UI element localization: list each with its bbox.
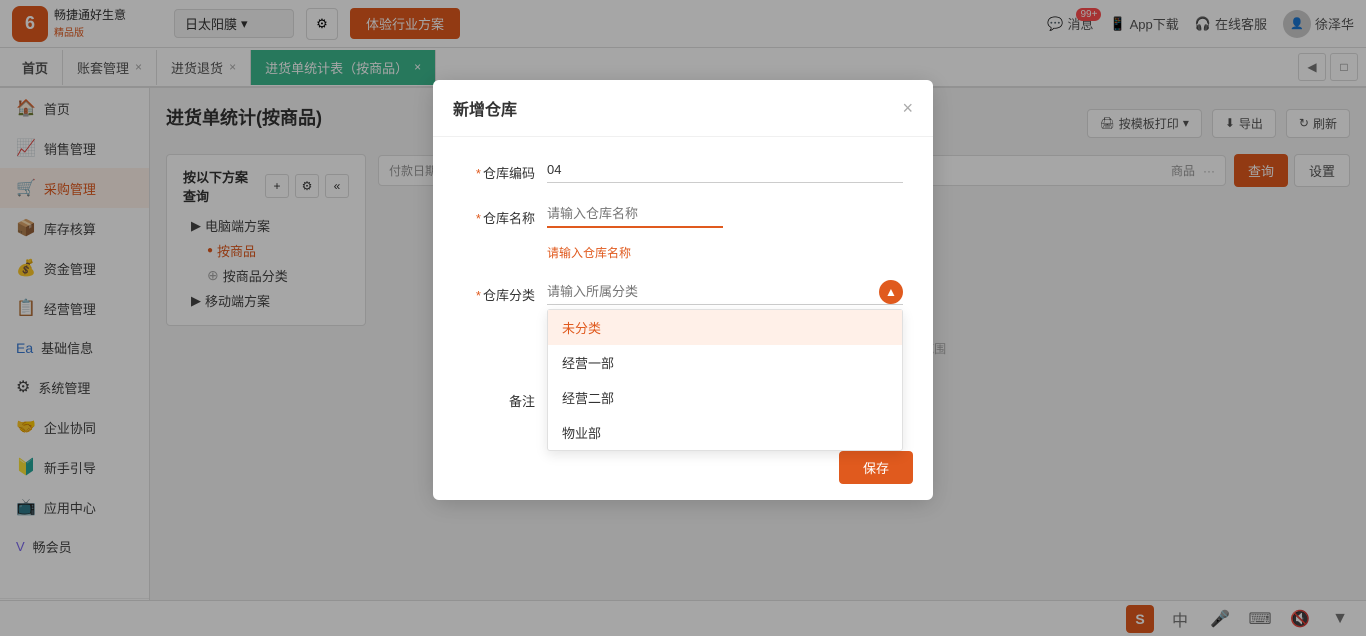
name-error-msg: 请输入仓库名称 <box>547 246 631 260</box>
dropdown-item-property[interactable]: 物业部 <box>548 415 902 450</box>
dropdown-item-dept2[interactable]: 经营二部 <box>548 380 902 415</box>
category-label: 仓库分类 <box>463 279 535 304</box>
name-input[interactable] <box>547 201 723 228</box>
modal-header: 新增仓库 × <box>433 80 933 137</box>
modal-overlay: 新增仓库 × 仓库编码 仓库名称 请输入仓库名称 仓库分类 <box>0 0 1366 636</box>
category-input[interactable] <box>547 279 903 305</box>
category-dropdown: 未分类 经营一部 经营二部 物业部 <box>547 309 903 451</box>
modal-close-button[interactable]: × <box>902 98 913 119</box>
code-label: 仓库编码 <box>463 157 535 182</box>
dropdown-item-dept1[interactable]: 经营一部 <box>548 345 902 380</box>
modal-title: 新增仓库 <box>453 96 517 120</box>
category-select-wrap: ▲ 未分类 经营一部 经营二部 物业部 <box>547 279 903 305</box>
new-warehouse-modal: 新增仓库 × 仓库编码 仓库名称 请输入仓库名称 仓库分类 <box>433 80 933 500</box>
name-label: 仓库名称 <box>463 202 535 227</box>
save-button[interactable]: 保存 <box>839 451 913 484</box>
category-toggle-button[interactable]: ▲ <box>879 280 903 304</box>
code-input[interactable] <box>547 157 903 183</box>
form-row-category: 仓库分类 ▲ 未分类 经营一部 经营二部 <box>463 279 903 305</box>
form-row-name: 仓库名称 请输入仓库名称 <box>463 201 903 261</box>
modal-body: 仓库编码 仓库名称 请输入仓库名称 仓库分类 ▲ <box>433 137 933 439</box>
form-row-code: 仓库编码 <box>463 157 903 183</box>
dropdown-item-unclassified[interactable]: 未分类 <box>548 310 902 345</box>
note-label: 备注 <box>463 385 535 410</box>
